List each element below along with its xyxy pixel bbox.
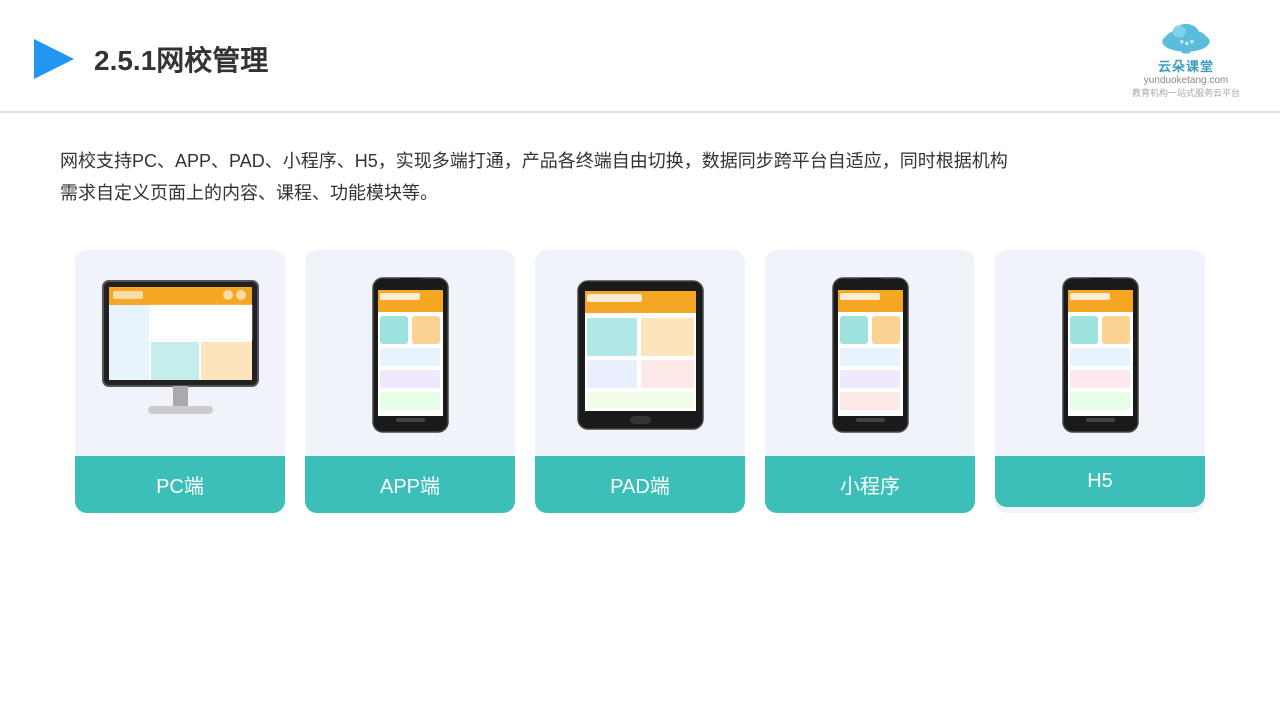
logo-url: yunduoketang.com [1144, 75, 1229, 86]
header-left: 2.5.1网校管理 [30, 35, 268, 83]
card-miniapp: 小程序 [765, 250, 975, 513]
card-app: APP端 [305, 250, 515, 513]
card-app-image [321, 270, 499, 440]
logo-name: 云朵课堂 [1158, 56, 1214, 75]
card-pad-image [551, 270, 729, 440]
card-app-label: APP端 [305, 456, 515, 513]
logo-tagline: 教育机构一站式服务云平台 [1132, 86, 1240, 99]
page-container: 2.5.1网校管理 云朵课堂 yunduoketang.com 教育机构 [0, 0, 1280, 720]
card-h5-label: H5 [995, 456, 1205, 507]
card-pc-label: PC端 [75, 456, 285, 513]
description-text: 网校支持PC、APP、PAD、小程序、H5，实现多端打通，产品各终端自由切换，数… [0, 113, 1280, 230]
card-h5-image [1011, 270, 1189, 440]
description-line2: 需求自定义页面上的内容、课程、功能模块等。 [60, 177, 1220, 209]
play-icon [30, 35, 78, 83]
logo-icon [1156, 18, 1216, 56]
card-h5: H5 [995, 250, 1205, 513]
card-pad-label: PAD端 [535, 456, 745, 513]
tablet-svg [573, 276, 708, 434]
cards-section: PC端 [0, 230, 1280, 533]
phone-app-svg [368, 276, 453, 434]
monitor-svg [93, 276, 268, 434]
card-pad: PAD端 [535, 250, 745, 513]
phone-miniapp-svg [828, 276, 913, 434]
card-pc: PC端 [75, 250, 285, 513]
card-pc-image [91, 270, 269, 440]
logo-area: 云朵课堂 yunduoketang.com 教育机构一站式服务云平台 [1132, 18, 1240, 99]
header: 2.5.1网校管理 云朵课堂 yunduoketang.com 教育机构 [0, 0, 1280, 113]
phone-h5-svg [1058, 276, 1143, 434]
page-title: 2.5.1网校管理 [94, 39, 268, 79]
card-miniapp-image [781, 270, 959, 440]
card-miniapp-label: 小程序 [765, 456, 975, 513]
description-line: 网校支持PC、APP、PAD、小程序、H5，实现多端打通，产品各终端自由切换，数… [60, 145, 1220, 177]
